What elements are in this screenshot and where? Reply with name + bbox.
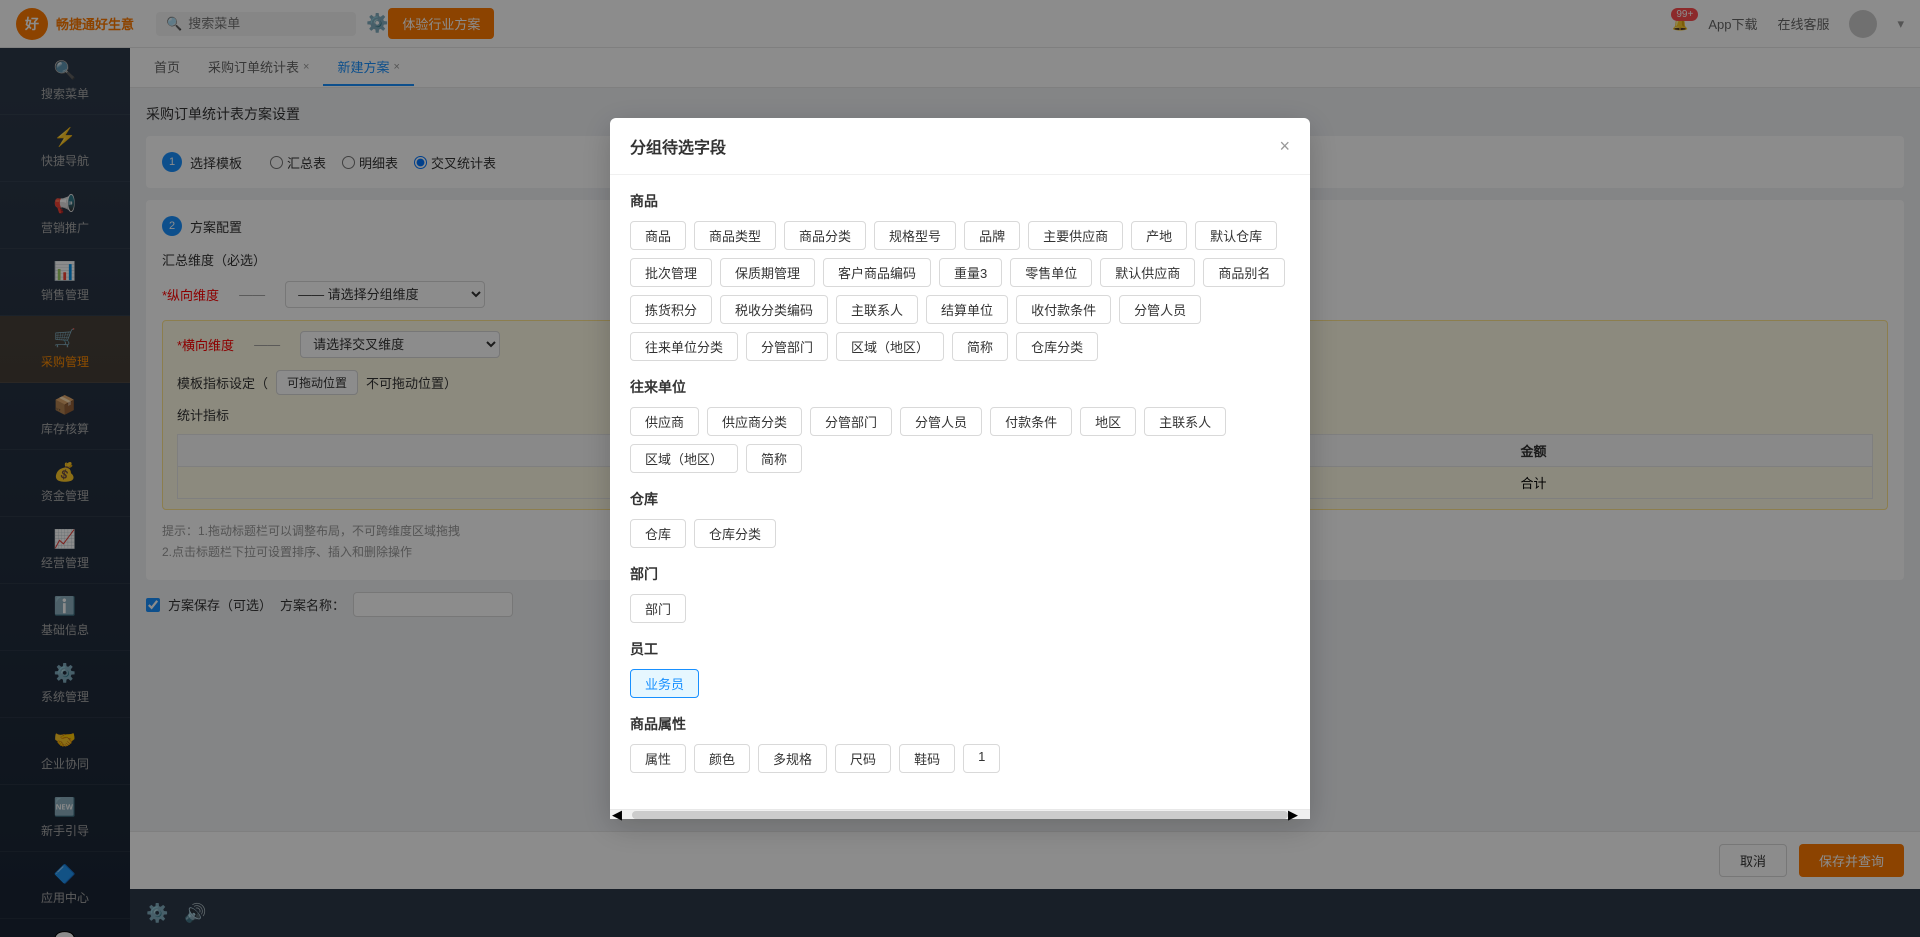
modal-header: 分组待选字段 ×	[610, 118, 1310, 175]
field-tag-retail-unit[interactable]: 零售单位	[1010, 258, 1092, 287]
section-title-employee: 员工	[630, 639, 1286, 659]
scroll-right-arrow: ▶	[1288, 807, 1308, 823]
section-title-product-attr: 商品属性	[630, 714, 1286, 734]
field-tag-product-category[interactable]: 商品分类	[784, 221, 866, 250]
field-tag-multi-spec[interactable]: 多规格	[758, 744, 827, 773]
field-tag-one[interactable]: 1	[963, 744, 1000, 773]
modal-overlay: 分组待选字段 × 商品 商品 商品类型 商品分类 规格型号 品牌 主要供应商 产…	[0, 0, 1920, 937]
field-tag-default-warehouse[interactable]: 默认仓库	[1195, 221, 1277, 250]
field-tag-wh-cat[interactable]: 仓库分类	[694, 519, 776, 548]
field-tag-source-unit-cat[interactable]: 往来单位分类	[630, 332, 738, 361]
scroll-left-arrow: ◀	[612, 807, 632, 823]
modal-close-button[interactable]: ×	[1279, 136, 1290, 157]
field-tag-admin-staff[interactable]: 分管人员	[1119, 295, 1201, 324]
field-tag-brand[interactable]: 品牌	[964, 221, 1020, 250]
field-tag-product-alias[interactable]: 商品别名	[1203, 258, 1285, 287]
field-tag-origin[interactable]: 产地	[1131, 221, 1187, 250]
field-tag-admin-dept[interactable]: 分管部门	[746, 332, 828, 361]
field-tag-dept[interactable]: 分管部门	[810, 407, 892, 436]
field-tag-expiry-mgmt[interactable]: 保质期管理	[720, 258, 815, 287]
section-title-warehouse: 仓库	[630, 489, 1286, 509]
field-tag-product[interactable]: 商品	[630, 221, 686, 250]
field-tag-default-supplier[interactable]: 默认供应商	[1100, 258, 1195, 287]
field-tag-tax-code[interactable]: 税收分类编码	[720, 295, 828, 324]
modal-horizontal-scrollbar[interactable]: ◀ ▶	[610, 809, 1310, 819]
modal-title: 分组待选字段	[630, 134, 726, 158]
scroll-thumb[interactable]	[632, 811, 1288, 819]
field-tag-wh[interactable]: 仓库	[630, 519, 686, 548]
field-tag-dep[interactable]: 部门	[630, 594, 686, 623]
section-title-product: 商品	[630, 191, 1286, 211]
field-tag-color[interactable]: 颜色	[694, 744, 750, 773]
field-tag-size[interactable]: 尺码	[835, 744, 891, 773]
field-grid-warehouse: 仓库 仓库分类	[630, 519, 1286, 548]
field-tag-main-supplier[interactable]: 主要供应商	[1028, 221, 1123, 250]
field-tag-short-name[interactable]: 简称	[952, 332, 1008, 361]
field-tag-batch-mgmt[interactable]: 批次管理	[630, 258, 712, 287]
field-tag-product-type[interactable]: 商品类型	[694, 221, 776, 250]
field-tag-warehouse-cat[interactable]: 仓库分类	[1016, 332, 1098, 361]
field-tag-region[interactable]: 区域（地区）	[836, 332, 944, 361]
field-tag-supplier-cat[interactable]: 供应商分类	[707, 407, 802, 436]
field-tag-short-name2[interactable]: 简称	[746, 444, 802, 473]
field-grid-product: 商品 商品类型 商品分类 规格型号 品牌 主要供应商 产地 默认仓库 批次管理 …	[630, 221, 1286, 361]
field-grid-department: 部门	[630, 594, 1286, 623]
field-grid-employee: 业务员	[630, 669, 1286, 698]
field-grid-partner: 供应商 供应商分类 分管部门 分管人员 付款条件 地区 主联系人 区域（地区） …	[630, 407, 1286, 473]
field-tag-admin-person[interactable]: 分管人员	[900, 407, 982, 436]
field-tag-pay-terms[interactable]: 付款条件	[990, 407, 1072, 436]
section-title-partner: 往来单位	[630, 377, 1286, 397]
field-tag-salesman[interactable]: 业务员	[630, 669, 699, 698]
field-tag-contact[interactable]: 主联系人	[1144, 407, 1226, 436]
field-tag-attr[interactable]: 属性	[630, 744, 686, 773]
field-tag-shoe-code[interactable]: 鞋码	[899, 744, 955, 773]
field-tag-weight3[interactable]: 重量3	[939, 258, 1002, 287]
field-tag-settle-unit[interactable]: 结算单位	[926, 295, 1008, 324]
modal-dialog: 分组待选字段 × 商品 商品 商品类型 商品分类 规格型号 品牌 主要供应商 产…	[610, 118, 1310, 819]
field-tag-spec-type[interactable]: 规格型号	[874, 221, 956, 250]
field-tag-customer-code[interactable]: 客户商品编码	[823, 258, 931, 287]
field-tag-area[interactable]: 地区	[1080, 407, 1136, 436]
field-tag-pick-points[interactable]: 拣货积分	[630, 295, 712, 324]
modal-bottom-spacer	[630, 773, 1286, 793]
modal-scroll-inner: 商品 商品 商品类型 商品分类 规格型号 品牌 主要供应商 产地 默认仓库 批次…	[630, 191, 1290, 793]
modal-body: 商品 商品 商品类型 商品分类 规格型号 品牌 主要供应商 产地 默认仓库 批次…	[610, 175, 1310, 809]
field-tag-main-contact[interactable]: 主联系人	[836, 295, 918, 324]
field-tag-region2[interactable]: 区域（地区）	[630, 444, 738, 473]
field-tag-payment-terms[interactable]: 收付款条件	[1016, 295, 1111, 324]
section-title-department: 部门	[630, 564, 1286, 584]
field-grid-product-attr: 属性 颜色 多规格 尺码 鞋码 1	[630, 744, 1286, 773]
field-tag-supplier[interactable]: 供应商	[630, 407, 699, 436]
